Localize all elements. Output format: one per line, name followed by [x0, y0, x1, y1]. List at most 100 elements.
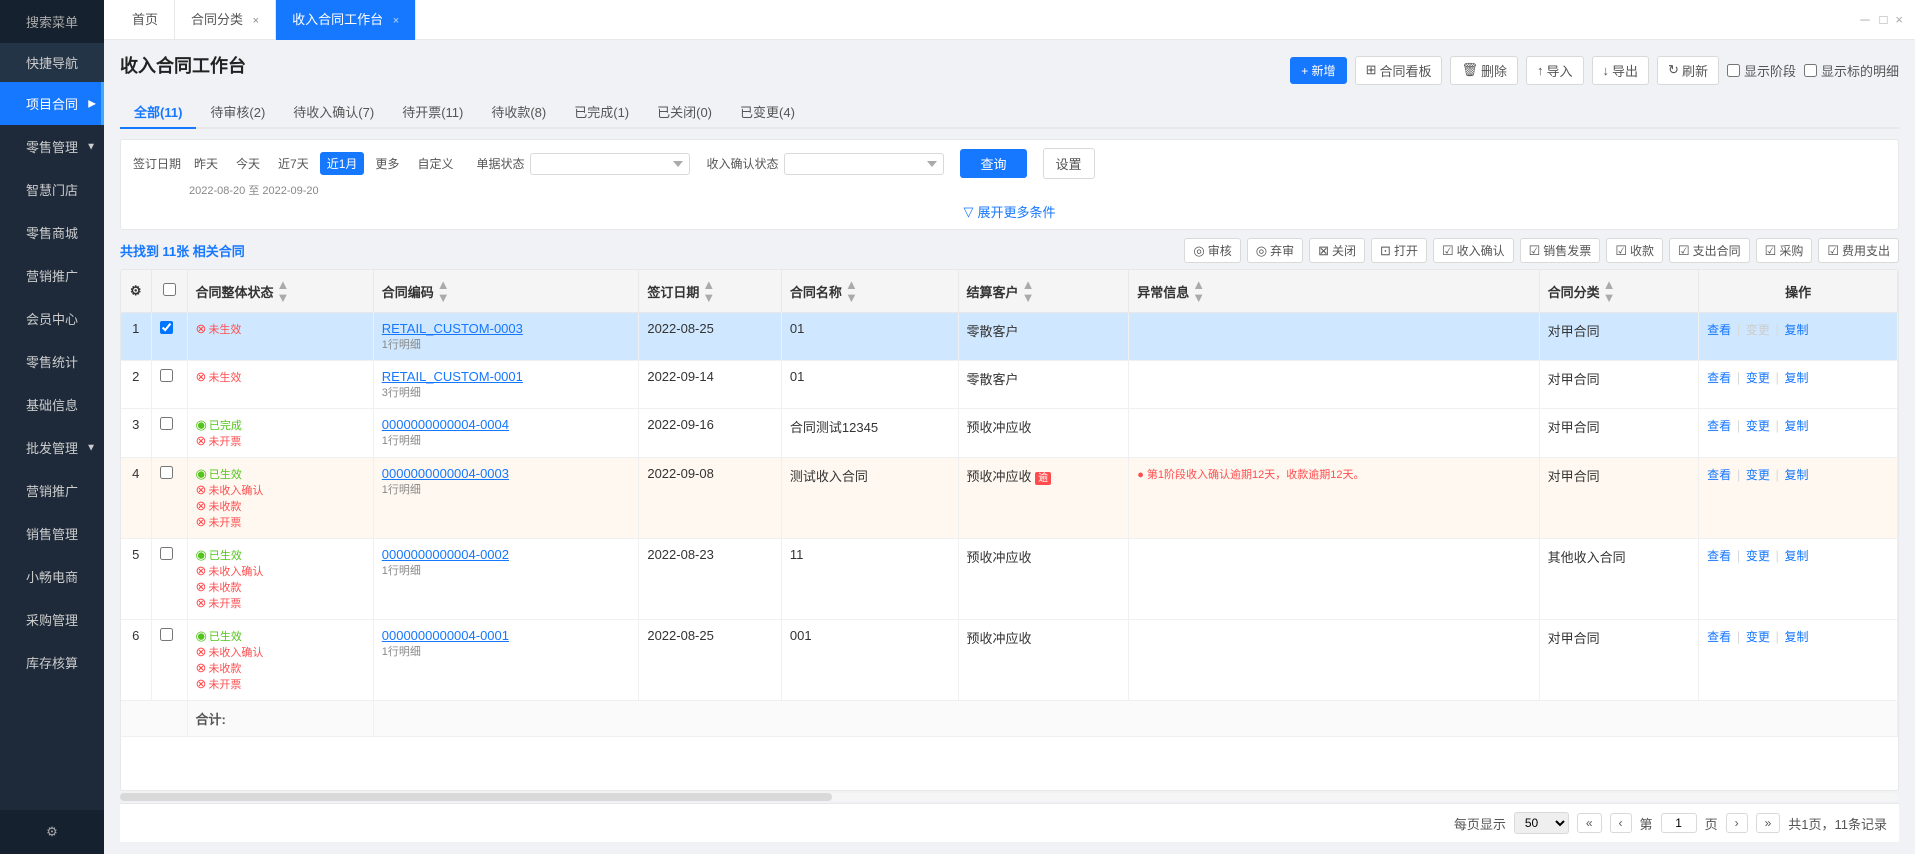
prev-page-button[interactable]: ‹	[1610, 813, 1632, 833]
close-window-icon[interactable]: ×	[1895, 12, 1903, 27]
bill-status-select[interactable]	[530, 153, 690, 175]
change-button[interactable]: 变更	[1746, 549, 1770, 563]
tab-pending-receipt[interactable]: 待收款(8)	[477, 96, 560, 129]
tab-completed[interactable]: 已完成(1)	[560, 96, 643, 129]
expense-contract-button[interactable]: ☑ 支出合同	[1669, 238, 1750, 263]
tab-all[interactable]: 全部(11)	[120, 96, 196, 129]
search-menu[interactable]: 搜索菜单	[0, 0, 104, 43]
horizontal-scrollbar[interactable]	[120, 793, 1899, 801]
row-sign-date: 2022-09-16	[639, 409, 782, 458]
view-button[interactable]: 查看	[1707, 371, 1731, 385]
receipt-button[interactable]: ☑ 收款	[1606, 238, 1663, 263]
per-page-select[interactable]: 50 100	[1514, 812, 1569, 834]
minimize-icon[interactable]: －	[1859, 10, 1872, 29]
view-button[interactable]: 查看	[1707, 419, 1731, 433]
query-button[interactable]: 查询	[960, 149, 1026, 178]
add-button[interactable]: + 新增	[1290, 57, 1346, 84]
tab-contract-category[interactable]: 合同分类 ×	[175, 0, 276, 40]
change-button[interactable]: 变更	[1746, 630, 1770, 644]
last-page-button[interactable]: »	[1756, 813, 1781, 833]
copy-button[interactable]: 复制	[1784, 468, 1808, 482]
date-btn-1month[interactable]: 近1月	[320, 152, 365, 175]
sidebar-item-retail-mgmt[interactable]: 零售管理 ▼	[0, 125, 104, 168]
change-button[interactable]: 变更	[1746, 371, 1770, 385]
sidebar-item-retail-mall[interactable]: 零售商城	[0, 211, 104, 254]
sidebar-item-inventory[interactable]: 库存核算	[0, 641, 104, 684]
tab-closed[interactable]: 已关闭(0)	[643, 96, 726, 129]
sort-arrows[interactable]: ▲▼	[1603, 278, 1616, 304]
open-contract-button[interactable]: ⊡ 打开	[1371, 238, 1427, 263]
sidebar-item-sales-mgmt[interactable]: 销售管理	[0, 512, 104, 555]
sort-arrows[interactable]: ▲▼	[437, 278, 450, 304]
sidebar-item-member-center[interactable]: 会员中心	[0, 297, 104, 340]
maximize-icon[interactable]: □	[1880, 12, 1888, 27]
sort-arrows[interactable]: ▲▼	[277, 278, 290, 304]
page-number-input[interactable]	[1661, 813, 1697, 833]
import-button[interactable]: ↑ 导入	[1526, 56, 1584, 85]
sidebar-item-ecommerce[interactable]: 小畅电商	[0, 555, 104, 598]
show-stages-checkbox[interactable]: 显示阶段	[1727, 61, 1796, 80]
expand-more-btn[interactable]: ▽ 展开更多条件	[133, 202, 1886, 221]
sort-arrows[interactable]: ▲▼	[1192, 278, 1205, 304]
sales-invoice-button[interactable]: ☑ 销售发票	[1520, 238, 1601, 263]
copy-button[interactable]: 复制	[1784, 549, 1808, 563]
confirm-status-select[interactable]	[784, 153, 944, 175]
copy-button[interactable]: 复制	[1784, 323, 1808, 337]
sort-arrows[interactable]: ▲▼	[845, 278, 858, 304]
expense-out-button[interactable]: ☑ 费用支出	[1818, 238, 1899, 263]
tab-pending-review[interactable]: 待审核(2)	[196, 96, 279, 129]
change-button[interactable]: 变更	[1746, 468, 1770, 482]
view-button[interactable]: 查看	[1707, 468, 1731, 482]
sidebar-item-smart-store[interactable]: 智慧门店	[0, 168, 104, 211]
tab-home[interactable]: 首页	[116, 0, 175, 40]
tab-income-contract[interactable]: 收入合同工作台 ×	[276, 0, 416, 40]
copy-button[interactable]: 复制	[1784, 371, 1808, 385]
review-button[interactable]: ◎ 审核	[1184, 238, 1240, 263]
view-button[interactable]: 查看	[1707, 323, 1731, 337]
purchase-button[interactable]: ☑ 采购	[1756, 238, 1813, 263]
view-button[interactable]: 查看	[1707, 630, 1731, 644]
date-btn-7days[interactable]: 近7天	[271, 152, 316, 175]
refresh-button[interactable]: ↻ 刷新	[1657, 56, 1719, 85]
sidebar-item-retail-stats[interactable]: 零售统计	[0, 340, 104, 383]
income-confirm-button[interactable]: ☑ 收入确认	[1433, 238, 1514, 263]
select-all-checkbox[interactable]	[163, 283, 176, 296]
abandon-review-button[interactable]: ◎ 弃审	[1247, 238, 1303, 263]
copy-button[interactable]: 复制	[1784, 630, 1808, 644]
change-button[interactable]: 变更	[1746, 419, 1770, 433]
tab-pending-invoice[interactable]: 待开票(11)	[388, 96, 477, 129]
close-icon[interactable]: ×	[253, 15, 259, 27]
sidebar-item-marketing[interactable]: 营销推广	[0, 254, 104, 297]
sidebar-item-wholesale-mgmt[interactable]: 批发管理 ▼	[0, 426, 104, 469]
date-btn-today[interactable]: 今天	[229, 152, 267, 175]
quick-nav[interactable]: 快捷导航	[0, 43, 104, 82]
sidebar-item-purchase-mgmt[interactable]: 采购管理	[0, 598, 104, 641]
close-contract-button[interactable]: ⊠ 关闭	[1309, 238, 1365, 263]
export-button[interactable]: ↓ 导出	[1592, 56, 1650, 85]
next-page-button[interactable]: ›	[1726, 813, 1748, 833]
first-page-button[interactable]: «	[1577, 813, 1602, 833]
tab-changed[interactable]: 已变更(4)	[726, 96, 809, 129]
close-icon[interactable]: ×	[393, 15, 399, 27]
sidebar-settings[interactable]: ⚙	[0, 810, 104, 854]
sidebar-item-basic-info[interactable]: 基础信息	[0, 383, 104, 426]
sidebar-item-label: 会员中心	[26, 312, 78, 327]
gear-icon[interactable]: ⚙	[130, 283, 142, 298]
show-details-checkbox[interactable]: 显示标的明细	[1804, 61, 1899, 80]
tab-pending-confirm[interactable]: 待收入确认(7)	[279, 96, 388, 129]
contract-board-button[interactable]: ⊞ 合同看板	[1355, 56, 1443, 85]
date-btn-yesterday[interactable]: 昨天	[187, 152, 225, 175]
sort-arrows[interactable]: ▲▼	[1022, 278, 1035, 304]
sidebar-item-project-contract[interactable]: 项目合同 ▶	[0, 82, 104, 125]
date-btn-custom[interactable]: 自定义	[410, 152, 460, 175]
date-btn-more[interactable]: 更多	[368, 152, 406, 175]
sort-arrows[interactable]: ▲▼	[702, 278, 715, 304]
set-button[interactable]: 设置	[1043, 148, 1095, 179]
sidebar-item-marketing2[interactable]: 营销推广	[0, 469, 104, 512]
copy-button[interactable]: 复制	[1784, 419, 1808, 433]
sidebar-item-label: 基础信息	[26, 398, 78, 413]
row-sign-date: 2022-08-25	[639, 620, 782, 701]
col-customer: 结算客户 ▲▼	[958, 270, 1129, 313]
delete-button[interactable]: 🗑 删除	[1450, 56, 1518, 85]
view-button[interactable]: 查看	[1707, 549, 1731, 563]
